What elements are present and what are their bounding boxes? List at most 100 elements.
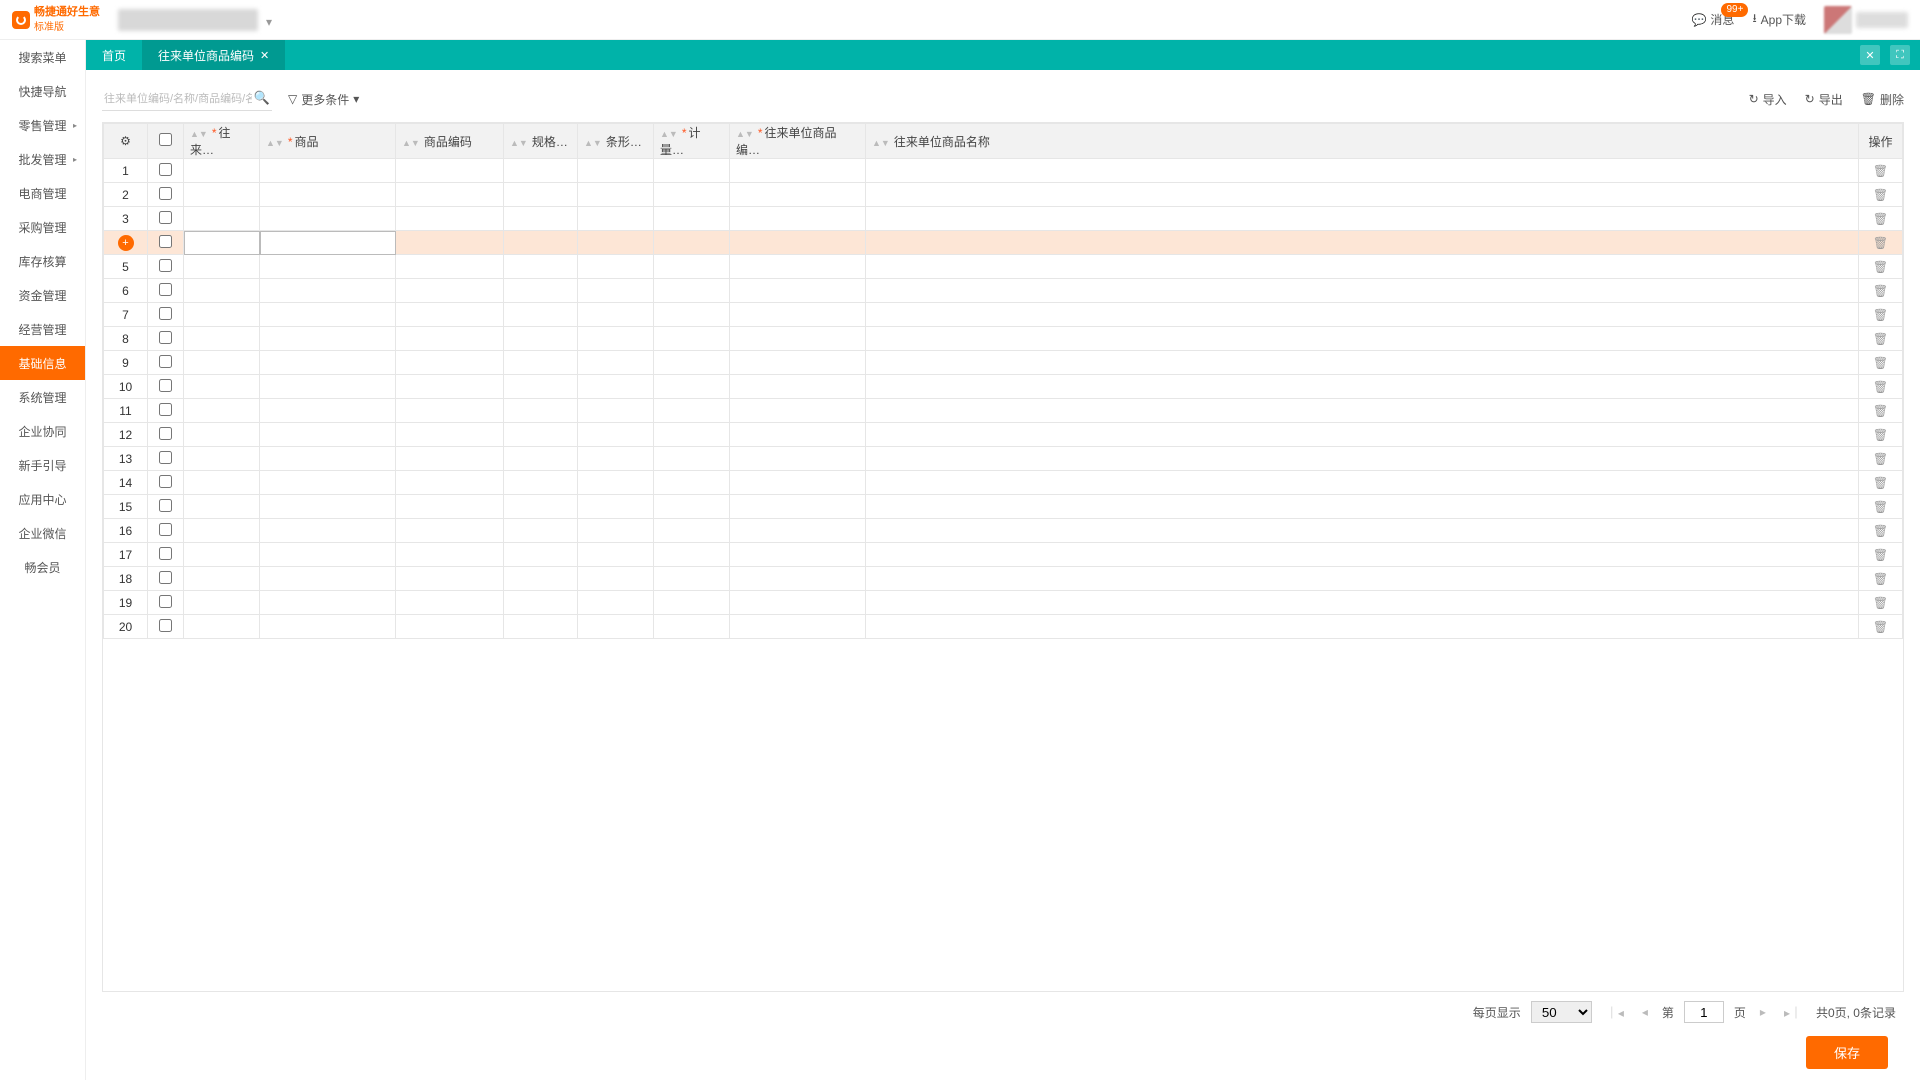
cell[interactable] — [578, 399, 654, 423]
cell[interactable] — [396, 159, 504, 183]
cell[interactable] — [866, 495, 1859, 519]
table-row[interactable]: 8🗑 — [104, 327, 1903, 351]
tab-home[interactable]: 首页 — [86, 40, 142, 70]
page-input[interactable] — [1684, 1001, 1724, 1023]
cell[interactable] — [260, 279, 396, 303]
page-first-button[interactable]: ｜◂ — [1602, 1004, 1628, 1021]
cell[interactable] — [654, 591, 730, 615]
cell[interactable] — [578, 495, 654, 519]
cell[interactable] — [504, 183, 578, 207]
cell[interactable] — [504, 447, 578, 471]
cell[interactable] — [396, 327, 504, 351]
table-row[interactable]: 11🗑 — [104, 399, 1903, 423]
cell[interactable] — [730, 495, 866, 519]
cell[interactable] — [654, 327, 730, 351]
cell[interactable] — [396, 447, 504, 471]
cell[interactable] — [730, 519, 866, 543]
cell[interactable] — [866, 591, 1859, 615]
cell[interactable] — [184, 327, 260, 351]
cell[interactable] — [578, 207, 654, 231]
cell[interactable] — [866, 183, 1859, 207]
cell[interactable] — [866, 615, 1859, 639]
table-row[interactable]: 17🗑 — [104, 543, 1903, 567]
cell[interactable] — [866, 327, 1859, 351]
cell[interactable] — [578, 423, 654, 447]
cell[interactable] — [184, 375, 260, 399]
cell[interactable] — [654, 447, 730, 471]
cell[interactable] — [184, 471, 260, 495]
row-checkbox[interactable] — [159, 331, 172, 344]
cell[interactable] — [260, 567, 396, 591]
cell[interactable] — [654, 351, 730, 375]
cell[interactable] — [184, 255, 260, 279]
cell[interactable] — [578, 351, 654, 375]
row-delete-button[interactable]: 🗑 — [1873, 596, 1888, 610]
org-selector[interactable]: ▾ — [118, 9, 258, 31]
cell[interactable] — [184, 279, 260, 303]
cell[interactable] — [396, 495, 504, 519]
page-last-button[interactable]: ▸｜ — [1780, 1004, 1806, 1021]
row-checkbox[interactable] — [159, 259, 172, 272]
cell[interactable] — [730, 207, 866, 231]
cell[interactable] — [184, 231, 260, 255]
cell[interactable] — [654, 519, 730, 543]
cell[interactable] — [396, 183, 504, 207]
cell[interactable] — [260, 327, 396, 351]
cell[interactable] — [504, 519, 578, 543]
cell[interactable] — [396, 303, 504, 327]
sidebar-item-8[interactable]: 经营管理 — [0, 312, 85, 346]
tab-close-all-button[interactable]: ✕ — [1860, 45, 1880, 65]
row-delete-button[interactable]: 🗑 — [1873, 212, 1888, 226]
sidebar-item-1[interactable]: 快捷导航 — [0, 74, 85, 108]
cell[interactable] — [184, 399, 260, 423]
sidebar-item-11[interactable]: 企业协同 — [0, 414, 85, 448]
cell[interactable] — [396, 615, 504, 639]
cell[interactable] — [260, 543, 396, 567]
row-delete-button[interactable]: 🗑 — [1873, 164, 1888, 178]
cell[interactable] — [866, 543, 1859, 567]
row-checkbox[interactable] — [159, 235, 172, 248]
cell[interactable] — [578, 519, 654, 543]
cell[interactable] — [730, 543, 866, 567]
cell[interactable] — [504, 255, 578, 279]
cell[interactable] — [730, 303, 866, 327]
cell[interactable] — [866, 351, 1859, 375]
messages-button[interactable]: 💬 消息 99+ — [1691, 11, 1734, 28]
cell[interactable] — [730, 375, 866, 399]
cell[interactable] — [654, 303, 730, 327]
table-row[interactable]: 6🗑 — [104, 279, 1903, 303]
row-delete-button[interactable]: 🗑 — [1873, 332, 1888, 346]
cell[interactable] — [260, 471, 396, 495]
row-checkbox[interactable] — [159, 355, 172, 368]
tab-partner-product-code[interactable]: 往来单位商品编码 ✕ — [142, 40, 285, 70]
table-row[interactable]: 1🗑 — [104, 159, 1903, 183]
cell[interactable] — [866, 447, 1859, 471]
cell[interactable] — [730, 159, 866, 183]
cell[interactable] — [730, 255, 866, 279]
cell[interactable] — [260, 591, 396, 615]
row-delete-button[interactable]: 🗑 — [1873, 236, 1888, 250]
cell[interactable] — [504, 303, 578, 327]
cell[interactable] — [396, 423, 504, 447]
cell[interactable] — [654, 615, 730, 639]
column-product[interactable]: ▲▼*商品 — [260, 124, 396, 159]
column-barcode[interactable]: ▲▼条形… — [578, 124, 654, 159]
cell[interactable] — [504, 591, 578, 615]
cell[interactable] — [396, 567, 504, 591]
cell[interactable] — [184, 591, 260, 615]
cell[interactable] — [504, 495, 578, 519]
row-delete-button[interactable]: 🗑 — [1873, 500, 1888, 514]
cell[interactable] — [866, 303, 1859, 327]
row-checkbox[interactable] — [159, 307, 172, 320]
sidebar-item-10[interactable]: 系统管理 — [0, 380, 85, 414]
more-conditions-button[interactable]: ▽ 更多条件 ▾ — [288, 91, 359, 108]
cell[interactable] — [396, 519, 504, 543]
cell[interactable] — [866, 375, 1859, 399]
cell[interactable] — [578, 471, 654, 495]
row-checkbox[interactable] — [159, 595, 172, 608]
close-icon[interactable]: ✕ — [260, 49, 269, 62]
table-row[interactable]: 7🗑 — [104, 303, 1903, 327]
row-delete-button[interactable]: 🗑 — [1873, 524, 1888, 538]
cell[interactable] — [184, 519, 260, 543]
row-checkbox[interactable] — [159, 619, 172, 632]
